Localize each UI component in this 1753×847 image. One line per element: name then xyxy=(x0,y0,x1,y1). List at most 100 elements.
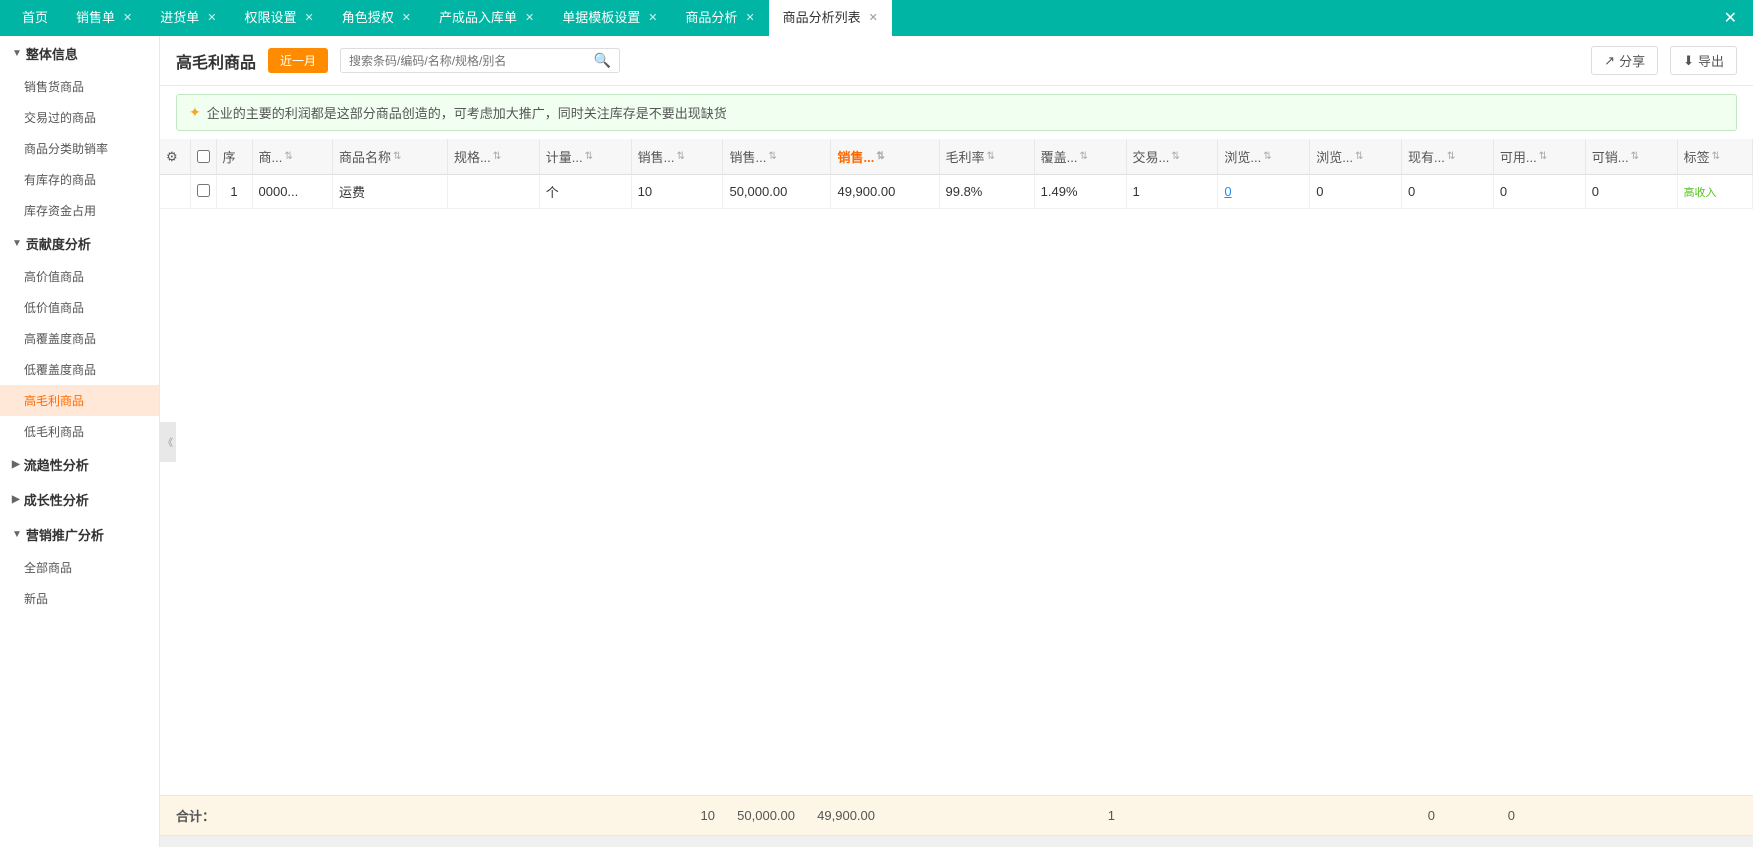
info-banner-text: 企业的主要的利润都是这部分商品创造的，可考虑加大推广，同时关注库存是不要出现缺货 xyxy=(207,103,727,122)
th-spec[interactable]: 规格... ⇅ xyxy=(447,139,539,175)
nav-sales-order[interactable]: 销售单 ✕ xyxy=(62,0,146,36)
th-spec-label: 规格... xyxy=(454,147,491,166)
footer-available-stock: 0 xyxy=(1375,808,1455,823)
sidebar-item-sales-goods[interactable]: 销售货商品 xyxy=(0,71,159,102)
views1-link[interactable]: 0 xyxy=(1224,184,1231,199)
row-views1[interactable]: 0 xyxy=(1218,175,1310,209)
footer-sales-qty: 10 xyxy=(655,808,735,823)
sidebar-item-new-products[interactable]: 新品 xyxy=(0,583,159,614)
arrow-trend: ▶ xyxy=(12,459,20,470)
th-code[interactable]: 商... ⇅ xyxy=(252,139,332,175)
th-transactions[interactable]: 交易... ⇅ xyxy=(1126,139,1218,175)
th-views1[interactable]: 浏览... ⇅ xyxy=(1218,139,1310,175)
nav-product-analysis-list-label: 商品分析列表 xyxy=(783,0,861,36)
sidebar-item-all-goods[interactable]: 全部商品 xyxy=(0,552,159,583)
nav-purchase-close[interactable]: ✕ xyxy=(207,0,216,36)
table-header-row: ⚙ 序 商... ⇅ xyxy=(160,139,1753,175)
sidebar-item-high-value[interactable]: 高价值商品 xyxy=(0,261,159,292)
sidebar-item-traded-goods[interactable]: 交易过的商品 xyxy=(0,102,159,133)
nav-product-analysis-list[interactable]: 商品分析列表 ✕ xyxy=(769,0,892,36)
horizontal-scrollbar[interactable] xyxy=(160,835,1753,847)
th-sales-amount[interactable]: 销售... ⇅ xyxy=(723,139,831,175)
nav-product-analysis[interactable]: 商品分析 ✕ xyxy=(671,0,768,36)
info-banner: ✦ 企业的主要的利润都是这部分商品创造的，可考虑加大推广，同时关注库存是不要出现… xyxy=(176,94,1737,131)
nav-home-label: 首页 xyxy=(22,0,48,36)
content-header: 高毛利商品 近一月 🔍 ↗ 分享 ⬇ 导出 xyxy=(160,36,1753,86)
th-transactions-label: 交易... xyxy=(1133,147,1170,166)
sidebar-item-low-margin[interactable]: 低毛利商品 xyxy=(0,416,159,447)
th-views2[interactable]: 浏览... ⇅ xyxy=(1310,139,1402,175)
th-settings[interactable]: ⚙ xyxy=(160,139,190,175)
th-tag[interactable]: 标签 ⇅ xyxy=(1677,139,1752,175)
page-title: 高毛利商品 xyxy=(176,49,256,73)
th-sales-cost[interactable]: 销售... ⇅ xyxy=(831,139,939,175)
th-gross-margin[interactable]: 毛利率 ⇅ xyxy=(939,139,1034,175)
sidebar-group-trend[interactable]: ▶ 流趋性分析 xyxy=(0,447,159,482)
main-container: ▼ 整体信息 销售货商品 交易过的商品 商品分类助销率 有库存的商品 库存资金占… xyxy=(0,36,1753,847)
sidebar-group-overall-label: 整体信息 xyxy=(26,44,78,63)
nav-template-close[interactable]: ✕ xyxy=(648,0,657,36)
sidebar-group-overall[interactable]: ▼ 整体信息 xyxy=(0,36,159,71)
th-saleable-stock[interactable]: 可销... ⇅ xyxy=(1585,139,1677,175)
nav-permission-label: 权限设置 xyxy=(244,0,296,36)
search-box: 🔍 xyxy=(340,48,620,73)
sidebar-item-high-margin[interactable]: 高毛利商品 xyxy=(0,385,159,416)
footer-sales-amount: 50,000.00 xyxy=(735,808,815,823)
nav-product-inbound-label: 产成品入库单 xyxy=(439,0,517,36)
sort-transactions-icon: ⇅ xyxy=(1171,151,1179,162)
nav-purchase-label: 进货单 xyxy=(160,0,199,36)
filter-last-month-button[interactable]: 近一月 xyxy=(268,48,328,73)
select-all-checkbox[interactable] xyxy=(197,150,210,163)
row-available-stock: 0 xyxy=(1493,175,1585,209)
row-coverage: 1.49% xyxy=(1034,175,1126,209)
sidebar-item-low-value[interactable]: 低价值商品 xyxy=(0,292,159,323)
sidebar-group-contribution[interactable]: ▼ 贡献度分析 xyxy=(0,226,159,261)
sidebar-group-marketing[interactable]: ▼ 营销推广分析 xyxy=(0,517,159,552)
row-select-checkbox[interactable] xyxy=(197,184,210,197)
th-coverage[interactable]: 覆盖... ⇅ xyxy=(1034,139,1126,175)
nav-role-close[interactable]: ✕ xyxy=(402,0,411,36)
share-label: 分享 xyxy=(1619,51,1645,70)
row-sales-qty: 10 xyxy=(631,175,723,209)
sidebar-group-growth[interactable]: ▶ 成长性分析 xyxy=(0,482,159,517)
th-available-stock[interactable]: 可用... ⇅ xyxy=(1493,139,1585,175)
nav-product-inbound[interactable]: 产成品入库单 ✕ xyxy=(425,0,548,36)
nav-sales-close[interactable]: ✕ xyxy=(123,0,132,36)
sidebar-item-stocked-goods[interactable]: 有库存的商品 xyxy=(0,164,159,195)
sidebar-item-high-coverage[interactable]: 高覆盖度商品 xyxy=(0,323,159,354)
row-sales-amount: 50,000.00 xyxy=(723,175,831,209)
nav-purchase[interactable]: 进货单 ✕ xyxy=(146,0,230,36)
arrow-marketing: ▼ xyxy=(12,529,22,540)
search-input[interactable] xyxy=(349,54,594,68)
sidebar-item-stock-capital[interactable]: 库存资金占用 xyxy=(0,195,159,226)
arrow-contribution: ▼ xyxy=(12,238,22,249)
nav-home[interactable]: 首页 xyxy=(8,0,62,36)
row-checkbox[interactable] xyxy=(190,175,216,209)
sort-coverage-icon: ⇅ xyxy=(1080,151,1088,162)
window-close-btn[interactable]: ✕ xyxy=(1716,8,1745,28)
nav-role[interactable]: 角色授权 ✕ xyxy=(328,0,425,36)
th-checkbox[interactable] xyxy=(190,139,216,175)
nav-product-analysis-list-close[interactable]: ✕ xyxy=(869,0,878,36)
nav-product-inbound-close[interactable]: ✕ xyxy=(525,0,534,36)
th-sales-qty[interactable]: 销售... ⇅ xyxy=(631,139,723,175)
export-button[interactable]: ⬇ 导出 xyxy=(1670,46,1737,75)
row-settings xyxy=(160,175,190,209)
th-current-stock[interactable]: 现有... ⇅ xyxy=(1402,139,1494,175)
sidebar-collapse-button[interactable]: 《 xyxy=(160,422,176,462)
th-name[interactable]: 商品名称 ⇅ xyxy=(332,139,447,175)
sidebar-item-category-sales[interactable]: 商品分类助销率 xyxy=(0,133,159,164)
sort-sales-amount-icon: ⇅ xyxy=(768,151,776,162)
th-current-stock-label: 现有... xyxy=(1408,147,1445,166)
row-transactions: 1 xyxy=(1126,175,1218,209)
search-icon[interactable]: 🔍 xyxy=(594,52,611,69)
footer-label: 合计： xyxy=(176,806,215,825)
sort-spec-icon: ⇅ xyxy=(493,151,501,162)
nav-permission-close[interactable]: ✕ xyxy=(305,0,314,36)
th-unit[interactable]: 计量... ⇅ xyxy=(539,139,631,175)
nav-product-analysis-close[interactable]: ✕ xyxy=(745,0,754,36)
share-button[interactable]: ↗ 分享 xyxy=(1591,46,1658,75)
nav-template[interactable]: 单据模板设置 ✕ xyxy=(548,0,671,36)
sidebar-item-low-coverage[interactable]: 低覆盖度商品 xyxy=(0,354,159,385)
nav-permission[interactable]: 权限设置 ✕ xyxy=(230,0,327,36)
